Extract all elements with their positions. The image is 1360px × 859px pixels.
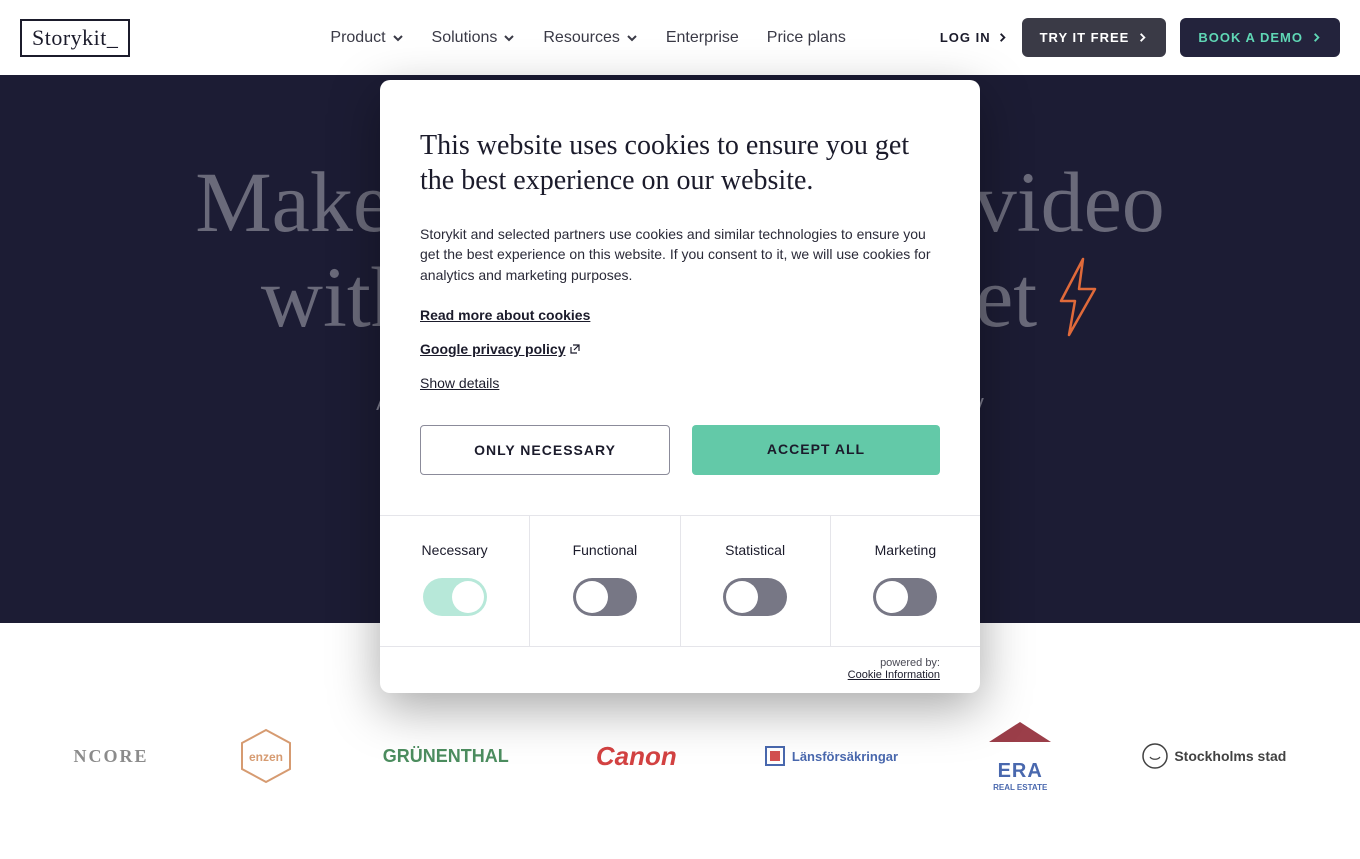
cat-necessary-label: Necessary — [390, 542, 519, 558]
cookie-desc: Storykit and selected partners use cooki… — [420, 224, 940, 285]
only-necessary-button[interactable]: ONLY NECESSARY — [420, 425, 670, 475]
cookie-categories: Necessary Functional Statistical Marketi… — [380, 515, 980, 646]
cat-functional-label: Functional — [540, 542, 669, 558]
powered-by-label: powered by: — [880, 657, 940, 669]
toggle-necessary — [423, 578, 487, 616]
cat-functional: Functional — [530, 516, 680, 646]
cat-statistical-label: Statistical — [691, 542, 820, 558]
cookie-modal-body: This website uses cookies to ensure you … — [380, 80, 980, 425]
cookie-overlay: This website uses cookies to ensure you … — [0, 0, 1360, 859]
cookie-google-policy-link[interactable]: Google privacy policy — [420, 341, 580, 357]
cat-marketing: Marketing — [831, 516, 980, 646]
cat-necessary: Necessary — [380, 516, 530, 646]
cookie-title: This website uses cookies to ensure you … — [420, 128, 940, 198]
google-policy-label: Google privacy policy — [420, 341, 566, 357]
cookie-read-more-link[interactable]: Read more about cookies — [420, 307, 590, 323]
cookie-show-details[interactable]: Show details — [420, 375, 499, 391]
cookie-buttons: ONLY NECESSARY ACCEPT ALL — [380, 425, 980, 515]
toggle-statistical[interactable] — [723, 578, 787, 616]
cookie-footer: powered by: Cookie Information — [380, 646, 980, 693]
cat-marketing-label: Marketing — [841, 542, 970, 558]
cookie-modal: This website uses cookies to ensure you … — [380, 80, 980, 693]
cat-statistical: Statistical — [681, 516, 831, 646]
external-link-icon — [570, 344, 580, 354]
cookie-provider-link[interactable]: Cookie Information — [848, 669, 940, 681]
toggle-functional[interactable] — [573, 578, 637, 616]
toggle-marketing[interactable] — [873, 578, 937, 616]
accept-all-button[interactable]: ACCEPT ALL — [692, 425, 940, 475]
